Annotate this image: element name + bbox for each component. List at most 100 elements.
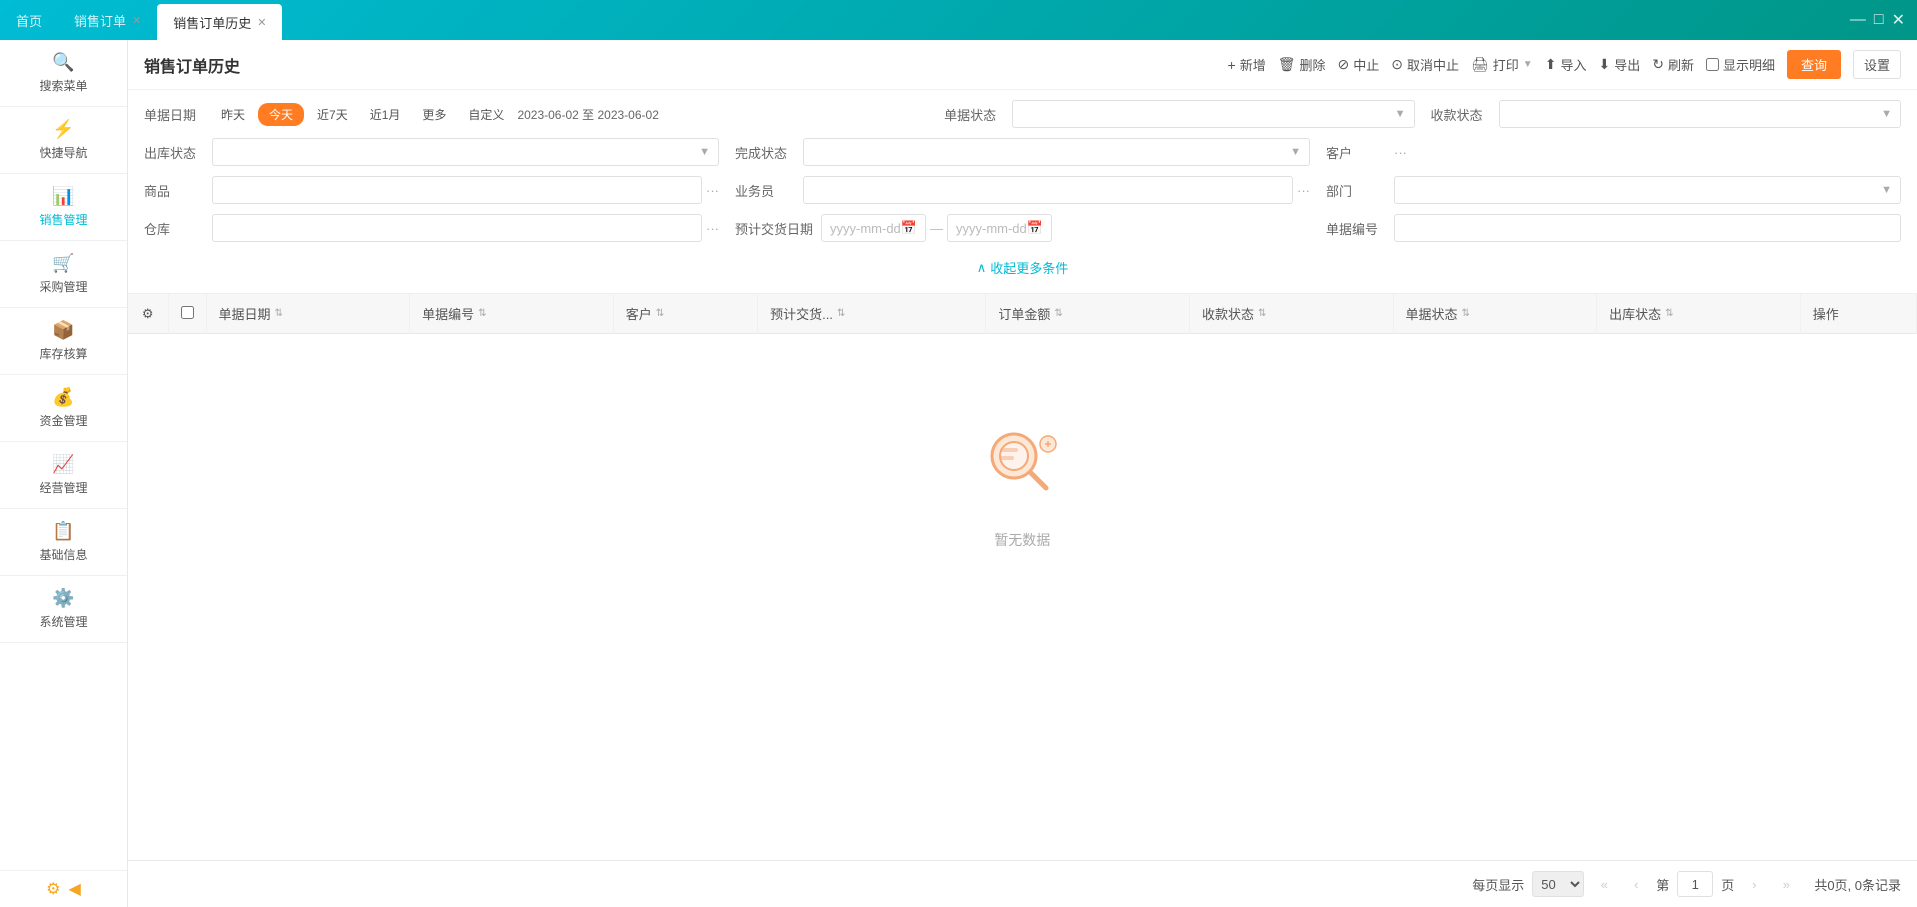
expected-delivery-filter-control: yyyy-mm-dd 📅 — yyyy-mm-dd 📅 (821, 214, 1052, 242)
stop-button[interactable]: ⊘ 中止 (1338, 55, 1380, 74)
payment-status-arrow-icon: ▼ (1881, 108, 1892, 120)
import-button[interactable]: ⬆ 导入 (1545, 55, 1587, 74)
warehouse-input[interactable] (212, 214, 702, 242)
tab-home[interactable]: 首页 (0, 0, 58, 40)
tab-sales-order-history[interactable]: 销售订单历史 ✕ (157, 4, 282, 40)
expected-delivery-start-input[interactable]: yyyy-mm-dd 📅 (821, 214, 926, 242)
tab-sales-order-close[interactable]: ✕ (132, 14, 141, 27)
collapse-filters-label: 收起更多条件 (990, 258, 1068, 277)
sidebar-item-system[interactable]: ⚙️ 系统管理 (0, 576, 127, 643)
refresh-button[interactable]: ↻ 刷新 (1652, 55, 1694, 74)
collapse-up-icon: ∧ (977, 260, 987, 276)
table-payment-status-th[interactable]: 收款状态 ⇅ (1189, 294, 1393, 334)
sidebar-item-base-info[interactable]: 📋 基础信息 (0, 509, 127, 576)
delete-button[interactable]: 🗑 删除 (1278, 55, 1326, 74)
maximize-btn[interactable]: □ (1874, 11, 1884, 29)
table-settings-th[interactable]: ⚙ (128, 294, 168, 334)
print-button[interactable]: 🖨 打印 ▼ (1471, 55, 1533, 74)
calendar-start-icon[interactable]: 📅 (901, 220, 917, 236)
empty-icon (972, 414, 1072, 514)
last-page-btn[interactable]: » (1774, 872, 1798, 896)
add-label: 新增 (1240, 55, 1266, 74)
date-yesterday-btn[interactable]: 昨天 (212, 103, 254, 126)
sidebar-collapse-btn[interactable]: ◀ (69, 879, 81, 899)
print-label: 打印 (1493, 55, 1519, 74)
page-label: 第 (1656, 875, 1669, 894)
expected-delivery-end-placeholder: yyyy-mm-dd (956, 221, 1027, 236)
date-range-display: 2023-06-02 至 2023-06-02 (517, 106, 658, 123)
display-detail-checkbox-label[interactable]: 显示明细 (1706, 55, 1775, 74)
sidebar-item-inventory[interactable]: 📦 库存核算 (0, 308, 127, 375)
bill-status-select[interactable]: ▼ (1012, 100, 1414, 128)
sidebar-item-operations-label: 经营管理 (39, 479, 87, 496)
date-filter-control: 昨天 今天 近7天 近1月 更多 自定义 2023-06-02 至 2023-0… (212, 103, 928, 126)
minimize-btn[interactable]: — (1850, 11, 1866, 29)
select-all-checkbox[interactable] (181, 306, 194, 319)
sidebar-item-operations[interactable]: 📈 经营管理 (0, 442, 127, 509)
query-button[interactable]: 查询 (1787, 50, 1841, 79)
prev-page-btn[interactable]: ‹ (1624, 872, 1648, 896)
date-today-btn[interactable]: 今天 (258, 103, 304, 126)
salesman-dots[interactable]: ··· (1297, 183, 1310, 198)
sidebar-settings-btn[interactable]: ⚙ (46, 879, 60, 899)
expected-delivery-end-input[interactable]: yyyy-mm-dd 📅 (947, 214, 1052, 242)
date-col-label: 单据日期 (219, 304, 271, 323)
table-amount-th[interactable]: 订单金额 ⇅ (986, 294, 1190, 334)
delivery-status-sort-icon: ⇅ (1665, 308, 1673, 319)
no-col-label: 单据编号 (422, 304, 474, 323)
customer-dots[interactable]: ··· (1394, 145, 1407, 160)
table-delivery-status-th[interactable]: 出库状态 ⇅ (1597, 294, 1801, 334)
per-page-select[interactable]: 50 10 20 100 (1532, 871, 1584, 897)
table-no-th[interactable]: 单据编号 ⇅ (410, 294, 614, 334)
cancel-stop-button[interactable]: ⊙ 取消中止 (1391, 55, 1459, 74)
page-input[interactable] (1677, 871, 1713, 897)
sidebar-item-quick-nav[interactable]: ⚡ 快捷导航 (0, 107, 127, 174)
sidebar-item-purchase[interactable]: 🛒 采购管理 (0, 241, 127, 308)
first-page-btn[interactable]: « (1592, 872, 1616, 896)
sidebar-item-sales[interactable]: 📊 销售管理 (0, 174, 127, 241)
date-last7-btn[interactable]: 近7天 (308, 103, 357, 126)
close-btn[interactable]: ✕ (1892, 10, 1905, 30)
export-button[interactable]: ⬇ 导出 (1598, 55, 1640, 74)
complete-status-select[interactable]: ▼ (803, 138, 1310, 166)
collapse-filters-btn[interactable]: ∧ 收起更多条件 (144, 252, 1901, 283)
table-gear-icon[interactable]: ⚙ (142, 306, 154, 321)
display-detail-checkbox[interactable] (1706, 58, 1719, 71)
warehouse-filter-control: ··· (212, 214, 719, 242)
goods-input[interactable] (212, 176, 702, 204)
filter-dept-item: 部门 ▼ (1326, 176, 1901, 204)
calendar-end-icon[interactable]: 📅 (1027, 220, 1043, 236)
display-detail-label: 显示明细 (1723, 55, 1775, 74)
warehouse-dots[interactable]: ··· (706, 221, 719, 236)
sidebar-item-search-menu[interactable]: 🔍 搜索菜单 (0, 40, 127, 107)
tab-sales-order[interactable]: 销售订单 ✕ (58, 0, 157, 40)
customer-col-label: 客户 (626, 304, 652, 323)
filter-goods-item: 商品 ··· (144, 176, 719, 204)
table-expected-delivery-th[interactable]: 预计交货... ⇅ (758, 294, 986, 334)
date-selector: 昨天 今天 近7天 近1月 更多 自定义 (212, 103, 513, 126)
date-last1m-btn[interactable]: 近1月 (361, 103, 410, 126)
date-custom-btn[interactable]: 自定义 (459, 103, 513, 126)
table-date-th[interactable]: 单据日期 ⇅ (206, 294, 410, 334)
page-title: 销售订单历史 (144, 53, 1228, 77)
sidebar-item-finance[interactable]: 💰 资金管理 (0, 375, 127, 442)
expected-delivery-col-label: 预计交货... (770, 304, 833, 323)
salesman-input[interactable] (803, 176, 1293, 204)
customer-sort-icon: ⇅ (656, 308, 664, 319)
print-arrow-icon: ▼ (1523, 59, 1533, 70)
tab-sales-order-label: 销售订单 (74, 11, 126, 30)
delivery-status-select[interactable]: ▼ (212, 138, 719, 166)
table-customer-th[interactable]: 客户 ⇅ (613, 294, 757, 334)
tab-home-label: 首页 (16, 11, 42, 30)
tab-sales-order-history-close[interactable]: ✕ (257, 16, 266, 29)
goods-dots[interactable]: ··· (706, 183, 719, 198)
delivery-status-col-label: 出库状态 (1609, 304, 1661, 323)
settings-button[interactable]: 设置 (1853, 50, 1901, 79)
payment-status-select[interactable]: ▼ (1499, 100, 1901, 128)
dept-select[interactable]: ▼ (1394, 176, 1901, 204)
table-bill-status-th[interactable]: 单据状态 ⇅ (1393, 294, 1597, 334)
add-button[interactable]: + 新增 (1228, 55, 1266, 74)
next-page-btn[interactable]: › (1742, 872, 1766, 896)
bill-no-input[interactable] (1394, 214, 1901, 242)
date-more-btn[interactable]: 更多 (413, 103, 455, 126)
